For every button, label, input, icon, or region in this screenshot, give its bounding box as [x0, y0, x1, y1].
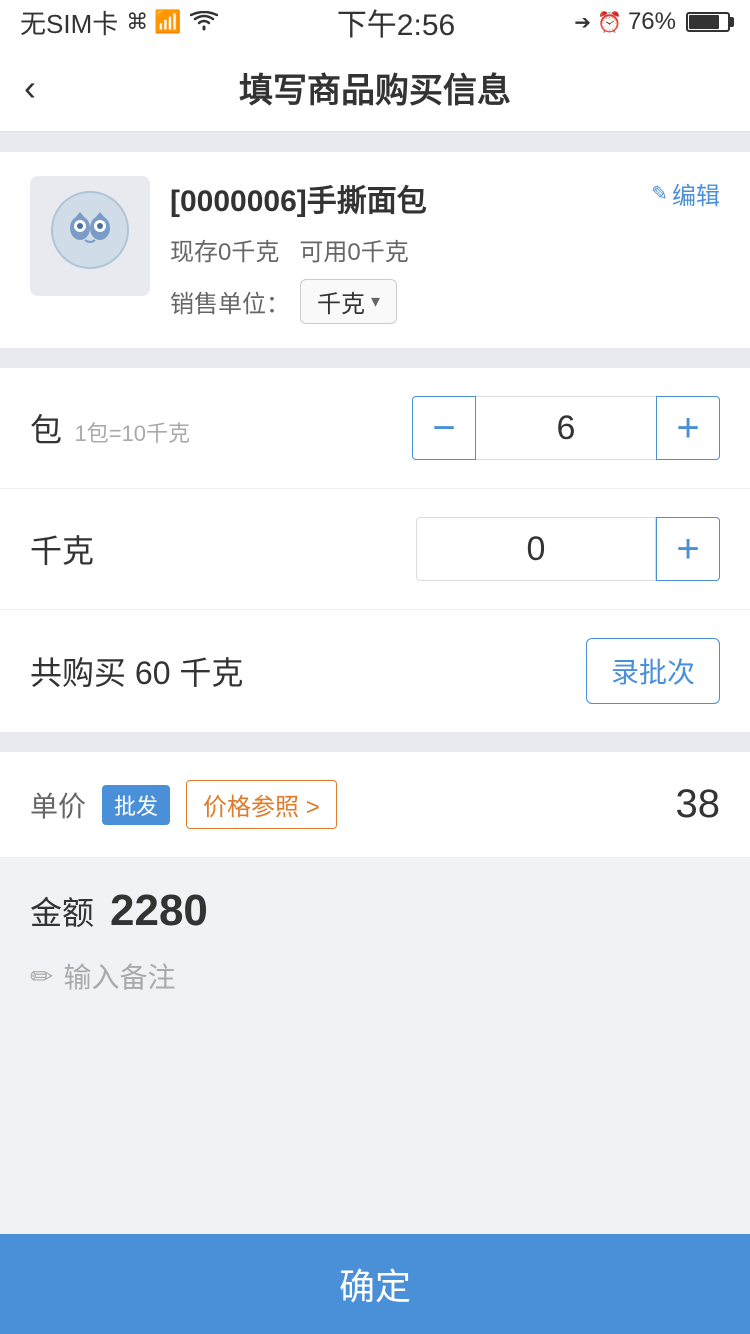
amount-section: 金额 2280 ✏ 输入备注 — [0, 858, 750, 1024]
product-image — [30, 176, 150, 296]
quantity-row-bao: 包 1包=10千克 − + — [0, 368, 750, 489]
battery-icon — [686, 12, 730, 32]
nav-bar: ‹ 填写商品购买信息 — [0, 44, 750, 132]
section-divider-2 — [0, 348, 750, 368]
input-section: 包 1包=10千克 − + 千克 + — [0, 368, 750, 610]
quantity-label-bao: 包 1包=10千克 — [30, 405, 412, 451]
amount-label: 金额 — [30, 888, 94, 934]
quantity-control-kg: + — [416, 517, 720, 581]
amount-row: 金额 2280 — [30, 886, 720, 936]
price-section: 单价 批发 价格参照 > 38 — [0, 752, 750, 858]
edit-icon: ✎ — [651, 181, 668, 206]
wifi-symbol — [190, 7, 218, 38]
page-title: 填写商品购买信息 — [239, 63, 511, 112]
pencil-icon: ✏ — [30, 960, 53, 993]
remark-row[interactable]: ✏ 输入备注 — [30, 956, 720, 996]
unit-selector[interactable]: 千克 ▾ — [300, 279, 397, 324]
section-divider-top — [0, 132, 750, 152]
total-text: 共购买 60 千克 — [30, 648, 243, 694]
product-logo — [50, 190, 130, 282]
status-time: 下午2:56 — [337, 0, 455, 44]
price-reference-button[interactable]: 价格参照 > — [186, 780, 337, 829]
quantity-row-kg: 千克 + — [0, 489, 750, 610]
total-row: 共购买 60 千克 录批次 — [0, 610, 750, 732]
battery-percentage: 76% — [628, 8, 676, 36]
confirm-button[interactable]: 确定 — [0, 1234, 750, 1334]
product-name: [0000006]手撕面包 — [170, 176, 720, 220]
product-card: [0000006]手撕面包 现存0千克 可用0千克 销售单位： 千克 ▾ ✎ 编… — [0, 152, 750, 348]
amount-value: 2280 — [110, 886, 208, 936]
quantity-control-bao: − + — [412, 396, 720, 460]
status-right: ➔ ⏰ 76% — [574, 8, 730, 36]
back-button[interactable]: ‹ — [24, 67, 36, 109]
product-stock: 现存0千克 可用0千克 — [170, 232, 720, 267]
edit-button[interactable]: ✎ 编辑 — [651, 176, 720, 211]
remark-placeholder: 输入备注 — [63, 956, 175, 996]
location-icon: ➔ — [574, 10, 591, 35]
quantity-label-kg: 千克 — [30, 526, 416, 572]
increment-kg-button[interactable]: + — [656, 517, 720, 581]
batch-button[interactable]: 录批次 — [586, 638, 720, 704]
decrement-bao-button[interactable]: − — [412, 396, 476, 460]
alarm-icon: ⏰ — [597, 10, 622, 35]
status-carrier: 无SIM卡 ⌘ 📶 — [20, 4, 218, 41]
increment-bao-button[interactable]: + — [656, 396, 720, 460]
section-divider-3 — [0, 732, 750, 752]
product-unit-row: 销售单位： 千克 ▾ — [170, 279, 720, 324]
price-value: 38 — [676, 782, 721, 827]
product-info: [0000006]手撕面包 现存0千克 可用0千克 销售单位： 千克 ▾ — [170, 176, 720, 324]
price-row: 单价 批发 价格参照 > 38 — [0, 752, 750, 858]
quantity-kg-input[interactable] — [416, 517, 656, 581]
price-label: 单价 — [30, 785, 86, 825]
dropdown-arrow-icon: ▾ — [371, 291, 380, 312]
wifi-icon: ⌘ 📶 — [126, 9, 182, 35]
status-bar: 无SIM卡 ⌘ 📶 下午2:56 ➔ ⏰ 76% — [0, 0, 750, 44]
quantity-bao-input[interactable] — [476, 396, 656, 460]
price-type-tag: 批发 — [102, 785, 170, 825]
